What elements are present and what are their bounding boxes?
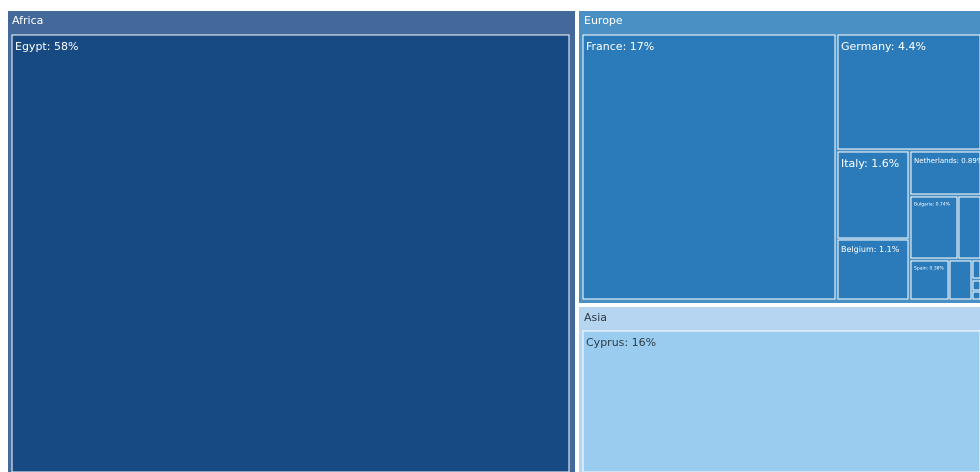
treemap-svg: Africa Europe Asia Egypt: 58% France: 17%… bbox=[8, 11, 980, 472]
treemap-tile-europe-8[interactable] bbox=[949, 260, 972, 300]
treemap-tile-label-europe-5: Bulgaria: 0.74% bbox=[914, 202, 951, 208]
treemap-tile-label-europe-0: France: 17% bbox=[586, 40, 654, 53]
group-label-asia: Asia bbox=[584, 311, 607, 324]
treemap-tile-label-europe-2: Italy: 1.6% bbox=[841, 157, 899, 170]
treemap-tile-asia-0[interactable] bbox=[582, 330, 980, 472]
treemap-tile-europe-9[interactable] bbox=[972, 260, 980, 279]
treemap-tile-label-europe-7: Spain: 0.38% bbox=[914, 266, 945, 272]
treemap-tile-europe-10[interactable] bbox=[972, 280, 980, 291]
treemap-tile-europe-0[interactable] bbox=[582, 34, 836, 300]
treemap-tile-label-europe-1: Germany: 4.4% bbox=[841, 40, 926, 53]
treemap-chart: Africa Europe Asia Egypt: 58% France: 17%… bbox=[0, 0, 980, 472]
group-label-europe: Europe bbox=[584, 14, 623, 27]
treemap-tile-africa-0[interactable] bbox=[11, 34, 570, 472]
treemap-tile-europe-6[interactable] bbox=[958, 196, 980, 259]
treemap-tile-label-europe-4: Belgium: 1.1% bbox=[841, 245, 900, 254]
treemap-tile-label-europe-3: Netherlands: 0.89% bbox=[914, 157, 980, 165]
group-label-africa: Africa bbox=[12, 14, 43, 27]
treemap-tile-label-africa-0: Egypt: 58% bbox=[15, 40, 78, 53]
treemap-tile-europe-11[interactable] bbox=[972, 291, 980, 300]
treemap-tile-label-asia-0: Cyprus: 16% bbox=[586, 336, 656, 349]
